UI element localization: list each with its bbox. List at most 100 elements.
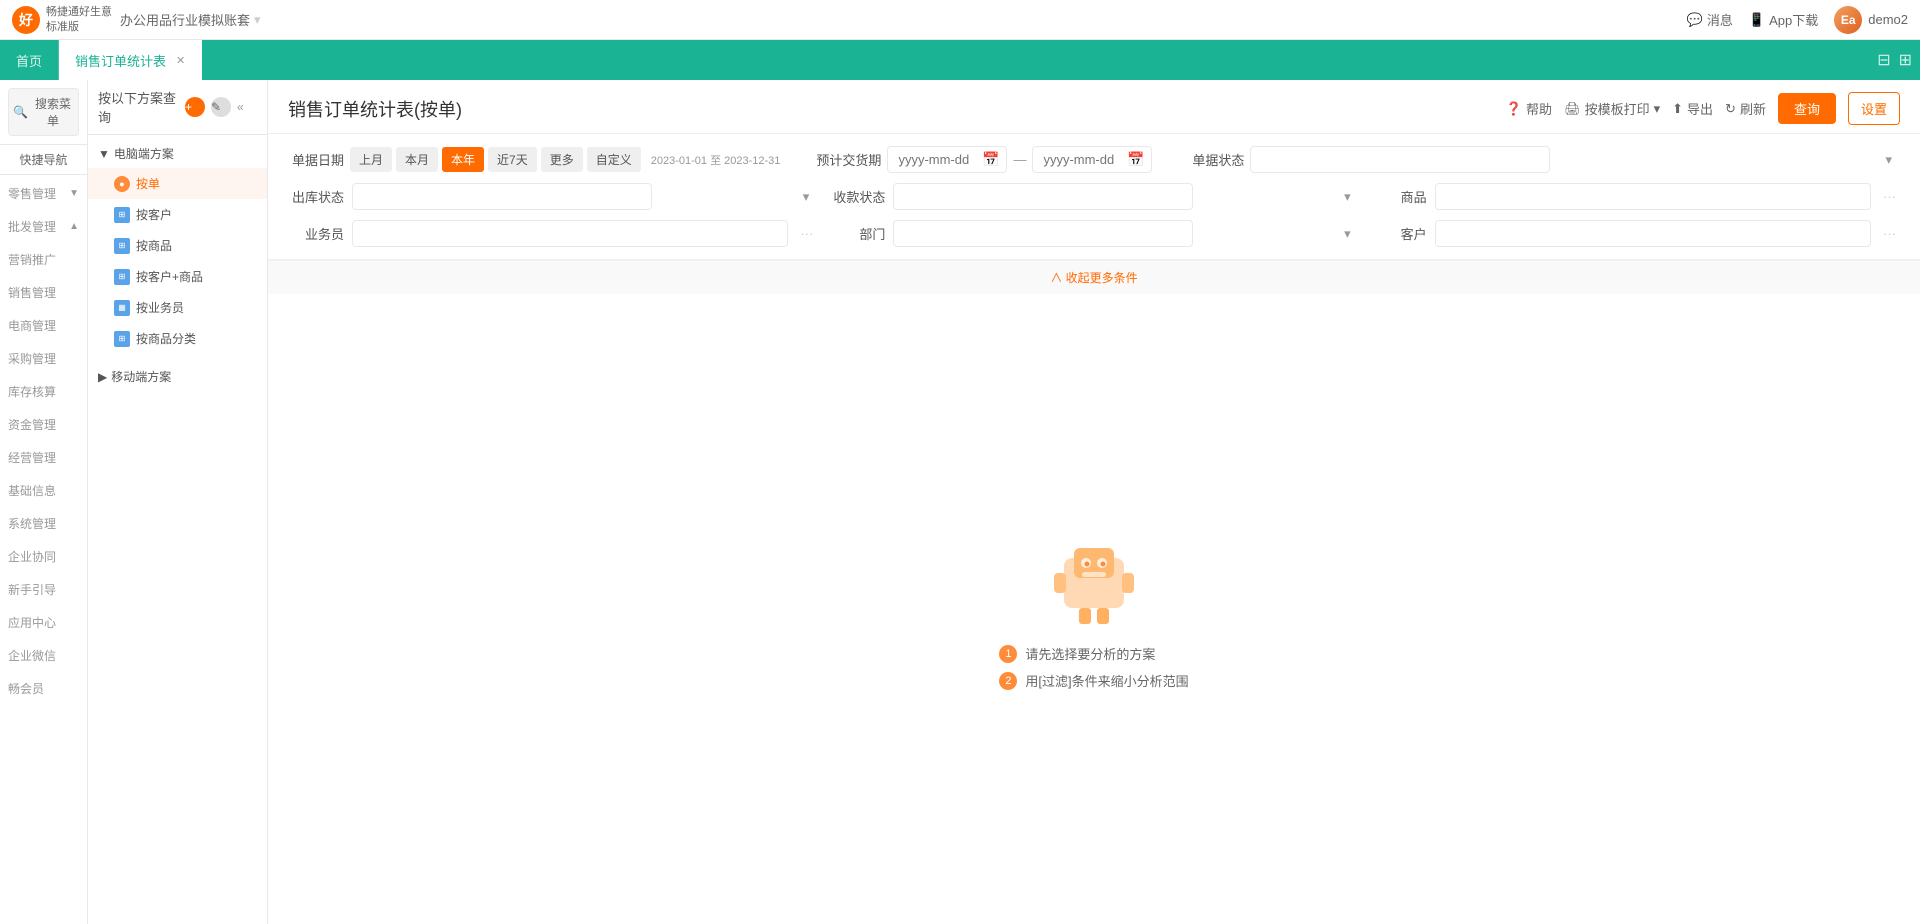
this-year-btn[interactable]: 本年 — [442, 147, 484, 172]
sidebar-group-retail-title[interactable]: 零售管理 ▼ — [0, 175, 87, 208]
tab-fullscreen-icon[interactable]: ⊞ — [1899, 50, 1912, 70]
calendar-icon-end: 📅 — [1127, 151, 1144, 168]
sidebar-group-newuser-title[interactable]: 新手引导 — [0, 571, 87, 604]
order-status-select[interactable] — [1250, 146, 1550, 173]
date-separator: — — [1013, 152, 1026, 167]
logo-area: 好 畅捷通好生意 标准版 — [12, 5, 112, 34]
last-7-days-btn[interactable]: 近7天 — [488, 147, 537, 172]
sidebar-search-button[interactable]: 🔍 搜索菜单 — [8, 88, 79, 136]
customer-more-button[interactable]: ··· — [1879, 226, 1900, 241]
sidebar-quick-nav[interactable]: 快捷导航 — [0, 145, 87, 175]
sidebar-group-sales: 销售管理 — [0, 274, 87, 307]
template-print-button[interactable]: 🖨 按模板打印 ▾ — [1564, 99, 1660, 118]
tab-close-button[interactable]: ✕ — [176, 54, 185, 67]
help-button[interactable]: ❓ 帮助 — [1506, 99, 1552, 118]
scheme-item-by-customer[interactable]: ⊞ 按客户 — [88, 199, 267, 230]
settings-button[interactable]: 设置 — [1848, 92, 1900, 125]
goods-more-button[interactable]: ··· — [1879, 189, 1900, 204]
scheme-item-by-order[interactable]: ● 按单 — [88, 168, 267, 199]
scheme-add-button[interactable]: + — [185, 97, 205, 117]
breadcrumb-separator: ▾ — [254, 12, 261, 28]
scheme-item-by-customer-goods[interactable]: ⊞ 按客户+商品 — [88, 261, 267, 292]
department-select-wrap — [893, 220, 1358, 247]
sidebar-group-operations-title[interactable]: 经营管理 — [0, 439, 87, 472]
app-download-button[interactable]: 📱 App下载 — [1749, 10, 1818, 29]
print-expand-icon: ▾ — [1654, 101, 1661, 117]
goods-label: 商品 — [1371, 187, 1427, 206]
sidebar-group-ecommerce: 电商管理 — [0, 307, 87, 340]
logo-icon: 好 — [12, 6, 40, 34]
tip-number-2: 2 — [999, 672, 1017, 690]
tab-bar-right: ⊟ ⊞ — [1877, 50, 1920, 70]
scheme-edit-button[interactable]: ✎ — [211, 97, 231, 117]
tip-number-1: 1 — [999, 645, 1017, 663]
sidebar-group-marketing: 营销推广 — [0, 241, 87, 274]
scheme-pc-group-title[interactable]: ▼ 电脑端方案 — [88, 139, 267, 168]
payment-status-select[interactable] — [893, 183, 1193, 210]
export-button[interactable]: ⬆ 导出 — [1672, 99, 1713, 118]
download-icon: 📱 — [1749, 12, 1765, 28]
sidebar-group-wecom-title[interactable]: 企业微信 — [0, 637, 87, 670]
sidebar-group-appstore-title[interactable]: 应用中心 — [0, 604, 87, 637]
sidebar-group-marketing-title[interactable]: 营销推广 — [0, 241, 87, 274]
sidebar-group-wholesale-title[interactable]: 批发管理 ▲ — [0, 208, 87, 241]
scheme-item-icon: ⊞ — [114, 207, 130, 223]
customer-cell: 客户 ··· — [1371, 220, 1900, 247]
tab-sales-order-stat[interactable]: 销售订单统计表 ✕ — [59, 40, 202, 80]
user-menu-button[interactable]: Ea demo2 — [1834, 6, 1908, 34]
scheme-mobile-group-title[interactable]: ▶ 移动端方案 — [88, 362, 267, 391]
date-range-text: 2023-01-01 至 2023-12-31 — [651, 152, 781, 168]
sidebar-group-finance-title[interactable]: 资金管理 — [0, 406, 87, 439]
department-select[interactable] — [893, 220, 1193, 247]
sidebar-group-finance: 资金管理 — [0, 406, 87, 439]
sidebar-group-inventory-title[interactable]: 库存核算 — [0, 373, 87, 406]
sidebar-group-ecommerce-title[interactable]: 电商管理 — [0, 307, 87, 340]
customer-input[interactable] — [1435, 220, 1871, 247]
scheme-item-icon: ⊞ — [114, 238, 130, 254]
sidebar-group-wecom: 企业微信 — [0, 637, 87, 670]
tab-home[interactable]: 首页 — [0, 40, 59, 80]
collapse-bar[interactable]: ∧ 收起更多条件 — [268, 260, 1920, 294]
query-button[interactable]: 查询 — [1778, 93, 1836, 124]
sidebar: 🔍 搜索菜单 快捷导航 零售管理 ▼ 批发管理 ▲ 营销推广 — [0, 80, 88, 924]
refresh-button[interactable]: ↻ 刷新 — [1725, 99, 1766, 118]
scheme-panel-header: 按以下方案查询 + ✎ « — [88, 80, 267, 135]
sidebar-search-section: 🔍 搜索菜单 — [0, 80, 87, 145]
salesperson-more-button[interactable]: ··· — [796, 226, 817, 241]
scheme-item-by-goods[interactable]: ⊞ 按商品 — [88, 230, 267, 261]
sidebar-group-basic-title[interactable]: 基础信息 — [0, 472, 87, 505]
sidebar-group-purchase-title[interactable]: 采购管理 — [0, 340, 87, 373]
this-month-btn[interactable]: 本月 — [396, 147, 438, 172]
scheme-collapse-button[interactable]: « — [237, 97, 257, 117]
tab-minimize-icon[interactable]: ⊟ — [1877, 50, 1890, 70]
goods-input[interactable] — [1435, 183, 1871, 210]
sidebar-group-sales-title[interactable]: 销售管理 — [0, 274, 87, 307]
sidebar-group-enterprise-title[interactable]: 企业协同 — [0, 538, 87, 571]
print-icon: 🖨 — [1564, 101, 1581, 117]
empty-tip-2: 2 用[过滤]条件来缩小分析范围 — [999, 671, 1188, 690]
last-month-btn[interactable]: 上月 — [350, 147, 392, 172]
scheme-mobile-group: ▶ 移动端方案 — [88, 358, 267, 395]
content-area: 按以下方案查询 + ✎ « ▼ 电脑端方案 ● 按单 — [88, 80, 1920, 924]
delivery-status-label: 出库状态 — [288, 187, 344, 206]
scheme-item-icon: ⊞ — [114, 331, 130, 347]
department-label: 部门 — [829, 224, 885, 243]
mobile-group-expand-icon: ▶ — [98, 370, 107, 384]
sidebar-group-vip-title[interactable]: 畅会员 — [0, 670, 87, 703]
payment-status-cell: 收款状态 — [829, 183, 1358, 210]
scheme-item-by-salesperson[interactable]: ▦ 按业务员 — [88, 292, 267, 323]
more-date-btn[interactable]: 更多 — [541, 147, 583, 172]
sidebar-group-system-title[interactable]: 系统管理 — [0, 505, 87, 538]
page-actions: ❓ 帮助 🖨 按模板打印 ▾ ⬆ 导出 ↻ 刷新 — [1506, 92, 1900, 125]
page-title: 销售订单统计表(按单) — [288, 96, 1506, 122]
scheme-item-by-goods-category[interactable]: ⊞ 按商品分类 — [88, 323, 267, 354]
salesperson-input[interactable] — [352, 220, 788, 247]
delivery-status-select[interactable] — [352, 183, 652, 210]
messages-button[interactable]: 💬 消息 — [1687, 10, 1733, 29]
custom-date-btn[interactable]: 自定义 — [587, 147, 641, 172]
empty-image — [1044, 528, 1144, 628]
sidebar-group-purchase: 采购管理 — [0, 340, 87, 373]
date-label: 单据日期 — [288, 150, 344, 169]
order-status-label: 单据状态 — [1188, 150, 1244, 169]
scheme-item-icon: ● — [114, 176, 130, 192]
